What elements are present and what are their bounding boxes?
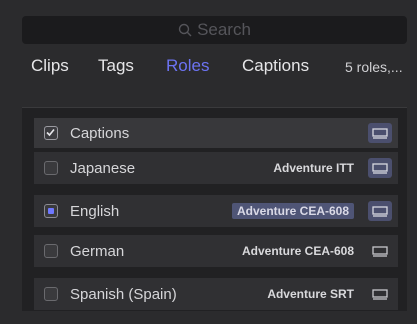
- role-label: Spanish (Spain): [70, 285, 177, 303]
- timeline-index-panel: Search Clips Tags Roles Captions 5 roles…: [0, 0, 417, 324]
- role-tag: Adventure CEA-608: [241, 244, 354, 258]
- tab-captions[interactable]: Captions: [242, 56, 309, 76]
- english-checkbox[interactable]: [44, 204, 58, 218]
- checkmark-icon: [46, 128, 55, 137]
- role-label: German: [70, 242, 125, 260]
- captions-checkbox[interactable]: [44, 126, 58, 140]
- role-label: Japanese: [70, 159, 136, 177]
- role-row-captions[interactable]: Captions: [34, 118, 398, 148]
- monitor-icon[interactable]: [368, 201, 392, 221]
- monitor-icon[interactable]: [368, 123, 392, 143]
- role-tag: Adventure ITT: [273, 161, 354, 175]
- role-tag: Adventure CEA-608: [231, 203, 354, 219]
- monitor-icon[interactable]: [368, 158, 392, 178]
- tab-roles[interactable]: Roles: [166, 56, 209, 76]
- japanese-checkbox[interactable]: [44, 161, 58, 175]
- search-icon: [178, 23, 192, 37]
- search-placeholder: Search: [197, 20, 251, 39]
- spanish-checkbox[interactable]: [44, 287, 58, 301]
- roles-count: 5 roles,...: [345, 59, 403, 75]
- monitor-icon[interactable]: [368, 284, 392, 304]
- search-field[interactable]: Search: [22, 16, 407, 44]
- german-checkbox[interactable]: [44, 244, 58, 258]
- tab-tags[interactable]: Tags: [98, 56, 134, 76]
- role-row-japanese[interactable]: Japanese Adventure ITT: [34, 152, 398, 184]
- role-row-english[interactable]: English Adventure CEA-608: [34, 195, 398, 227]
- role-row-german[interactable]: German Adventure CEA-608: [34, 235, 398, 267]
- tab-clips[interactable]: Clips: [31, 56, 69, 76]
- tab-bar: Clips Tags Roles Captions 5 roles,...: [0, 56, 417, 82]
- roles-list: Captions Japanese Adventure ITT English …: [22, 107, 407, 311]
- role-label: Captions: [70, 124, 130, 142]
- role-tag: Adventure SRT: [267, 287, 354, 301]
- role-row-spanish[interactable]: Spanish (Spain) Adventure SRT: [34, 278, 398, 310]
- role-label: English: [70, 202, 120, 220]
- monitor-icon[interactable]: [368, 241, 392, 261]
